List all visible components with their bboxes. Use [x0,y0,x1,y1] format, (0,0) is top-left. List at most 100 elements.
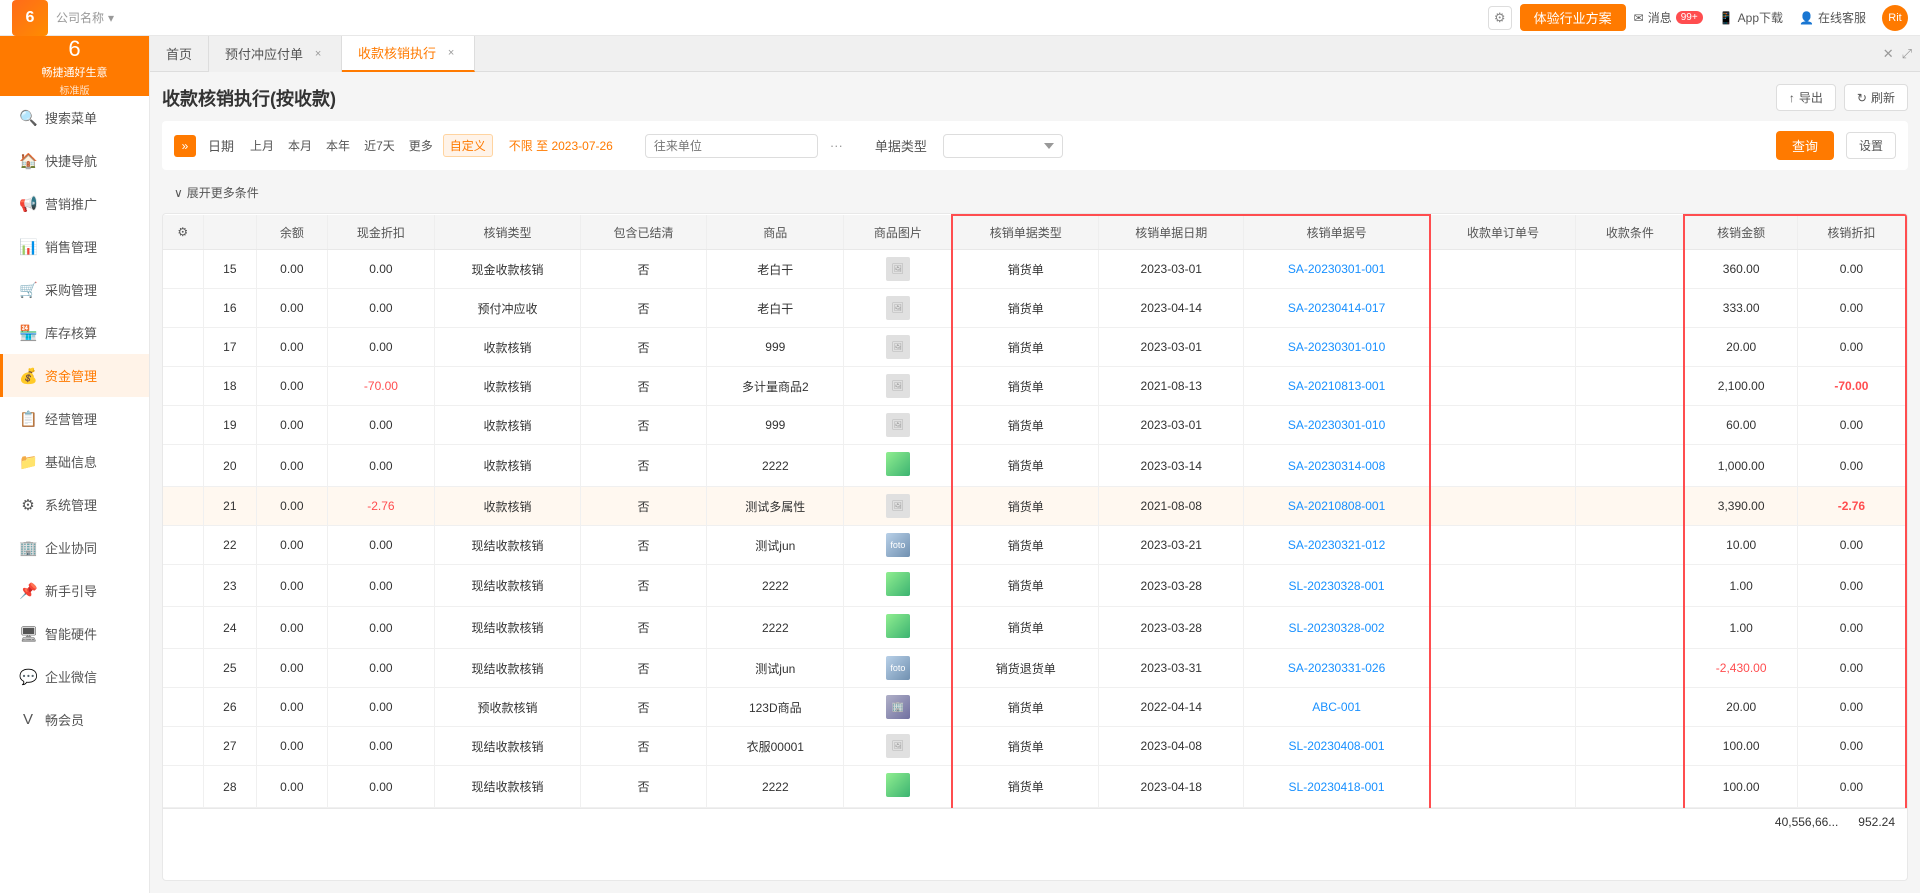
cell-receipt-order-no [1430,649,1576,688]
cell-goods-img: 🖼 [844,328,953,367]
cell-bill-no[interactable]: ABC-001 [1244,688,1430,727]
cell-settings [163,649,203,688]
date-opt-7days[interactable]: 近7天 [360,135,399,156]
col-bill-no: 核销单据号 [1244,215,1430,250]
column-settings-icon[interactable]: ⚙ [177,225,188,239]
tab-receipt-label: 收款核销执行 [358,43,436,62]
cell-balance: 0.00 [257,649,327,688]
cell-bill-no[interactable]: SA-20210808-001 [1244,487,1430,526]
date-opt-this-month[interactable]: 本月 [284,135,316,156]
settings-icon[interactable]: ⚙ [1488,6,1512,30]
tab-expand-icon[interactable]: ⤢ [1902,46,1912,62]
query-button[interactable]: 查询 [1776,131,1834,160]
cell-bill-no[interactable]: SL-20230328-002 [1244,607,1430,649]
cell-bill-no[interactable]: SA-20230321-012 [1244,526,1430,565]
cell-seq: 19 [203,406,257,445]
col-seq [203,215,257,250]
date-opt-last-month[interactable]: 上月 [246,135,278,156]
export-button[interactable]: ↑ 导出 [1776,84,1836,111]
cell-bill-type: 销货单 [952,565,1098,607]
col-cash-discount: 现金折扣 [327,215,435,250]
tab-receipt[interactable]: 收款核销执行 × [342,36,475,72]
sidebar-item-label: 搜索菜单 [45,108,97,127]
sidebar-item-finance[interactable]: 💰 资金管理 [0,354,149,397]
cell-included-settled: 否 [580,766,707,808]
user-avatar[interactable]: Rit [1882,5,1908,31]
col-write-off-type: 核销类型 [435,215,580,250]
date-opt-this-year[interactable]: 本年 [322,135,354,156]
sidebar-item-sales[interactable]: 📊 销售管理 [0,225,149,268]
date-opt-more[interactable]: 更多 [405,135,437,156]
online-service-btn[interactable]: 👤 在线客服 [1799,9,1866,26]
tab-prepay[interactable]: 预付冲应付单 × [209,36,342,72]
tab-close-all-icon[interactable]: ✕ [1883,46,1894,62]
sidebar-item-search[interactable]: 🔍 搜索菜单 [0,96,149,139]
company-selector[interactable]: 公司名称 ▾ [56,9,1480,26]
bill-type-select[interactable] [943,134,1063,158]
trial-button[interactable]: 体验行业方案 [1520,4,1626,31]
cell-receipt-condition [1576,445,1685,487]
sidebar-item-label: 系统管理 [45,495,97,514]
sidebar-item-enterprise[interactable]: 🏢 企业协同 [0,526,149,569]
sidebar-item-member[interactable]: V 畅会员 [0,698,149,741]
cell-receipt-order-no [1430,688,1576,727]
cell-bill-no[interactable]: SA-20210813-001 [1244,367,1430,406]
cell-balance: 0.00 [257,727,327,766]
refresh-button[interactable]: ↻ 刷新 [1844,84,1908,111]
cell-bill-no[interactable]: SA-20230301-001 [1244,250,1430,289]
cell-bill-no[interactable]: SL-20230418-001 [1244,766,1430,808]
sidebar-item-guide[interactable]: 📌 新手引导 [0,569,149,612]
col-settings[interactable]: ⚙ [163,215,203,250]
expand-more-bar[interactable]: ∨ 展开更多条件 [162,180,1908,205]
cell-goods-img: 🖼 [844,727,953,766]
cell-settings [163,328,203,367]
sidebar-item-shortcut[interactable]: 🏠 快捷导航 [0,139,149,182]
cell-bill-no[interactable]: SA-20230301-010 [1244,406,1430,445]
cell-goods-img: foto [844,649,953,688]
counterparty-search-icon[interactable]: ··· [830,138,843,153]
cell-goods-img: 🖼 [844,406,953,445]
main-content: 首页 预付冲应付单 × 收款核销执行 × ✕ ⤢ 收款核销执行(按收款) ↑ [150,36,1920,893]
date-opt-custom[interactable]: 自定义 [443,134,493,157]
sidebar-item-basic[interactable]: 📁 基础信息 [0,440,149,483]
cell-write-off-amount: 100.00 [1684,727,1797,766]
cell-bill-type: 销货退货单 [952,649,1098,688]
sidebar-item-wechat[interactable]: 💬 企业微信 [0,655,149,698]
app-download-btn[interactable]: 📱 App下载 [1719,9,1783,26]
cell-cash-discount: 0.00 [327,250,435,289]
cell-receipt-condition [1576,250,1685,289]
cell-included-settled: 否 [580,688,707,727]
cell-goods: 2222 [707,607,844,649]
enterprise-icon: 🏢 [19,539,37,557]
cell-write-off-amount: 1.00 [1684,607,1797,649]
cell-bill-no[interactable]: SA-20230331-026 [1244,649,1430,688]
col-bill-date: 核销单据日期 [1099,215,1244,250]
cell-bill-no[interactable]: SL-20230408-001 [1244,727,1430,766]
tab-receipt-close[interactable]: × [444,46,458,60]
cell-bill-no[interactable]: SA-20230414-017 [1244,289,1430,328]
cell-balance: 0.00 [257,289,327,328]
sidebar-item-system[interactable]: ⚙ 系统管理 [0,483,149,526]
tab-prepay-close[interactable]: × [311,47,325,61]
cell-goods: 2222 [707,766,844,808]
sidebar-item-hardware[interactable]: 🖥 智能硬件 [0,612,149,655]
user-name: Rit [1888,12,1901,24]
sidebar-item-marketing[interactable]: 📢 营销推广 [0,182,149,225]
message-btn[interactable]: ✉ 消息 99+ [1634,9,1703,26]
sidebar-item-inventory[interactable]: 🏪 库存核算 [0,311,149,354]
tab-home[interactable]: 首页 [150,36,209,72]
cell-bill-type: 销货单 [952,406,1098,445]
cell-receipt-condition [1576,649,1685,688]
cell-goods: 测试多属性 [707,487,844,526]
cell-bill-no[interactable]: SA-20230314-008 [1244,445,1430,487]
cell-write-off-type: 收款核销 [435,328,580,367]
filter-expand-button[interactable]: » [174,135,196,157]
cell-bill-no[interactable]: SA-20230301-010 [1244,328,1430,367]
sidebar-item-purchase[interactable]: 🛒 采购管理 [0,268,149,311]
page-header: 收款核销执行(按收款) ↑ 导出 ↻ 刷新 [162,84,1908,111]
filter-settings-button[interactable]: 设置 [1846,132,1896,159]
sidebar-item-operations[interactable]: 📋 经营管理 [0,397,149,440]
cell-bill-no[interactable]: SL-20230328-001 [1244,565,1430,607]
cell-included-settled: 否 [580,565,707,607]
counterparty-input[interactable] [645,134,818,158]
